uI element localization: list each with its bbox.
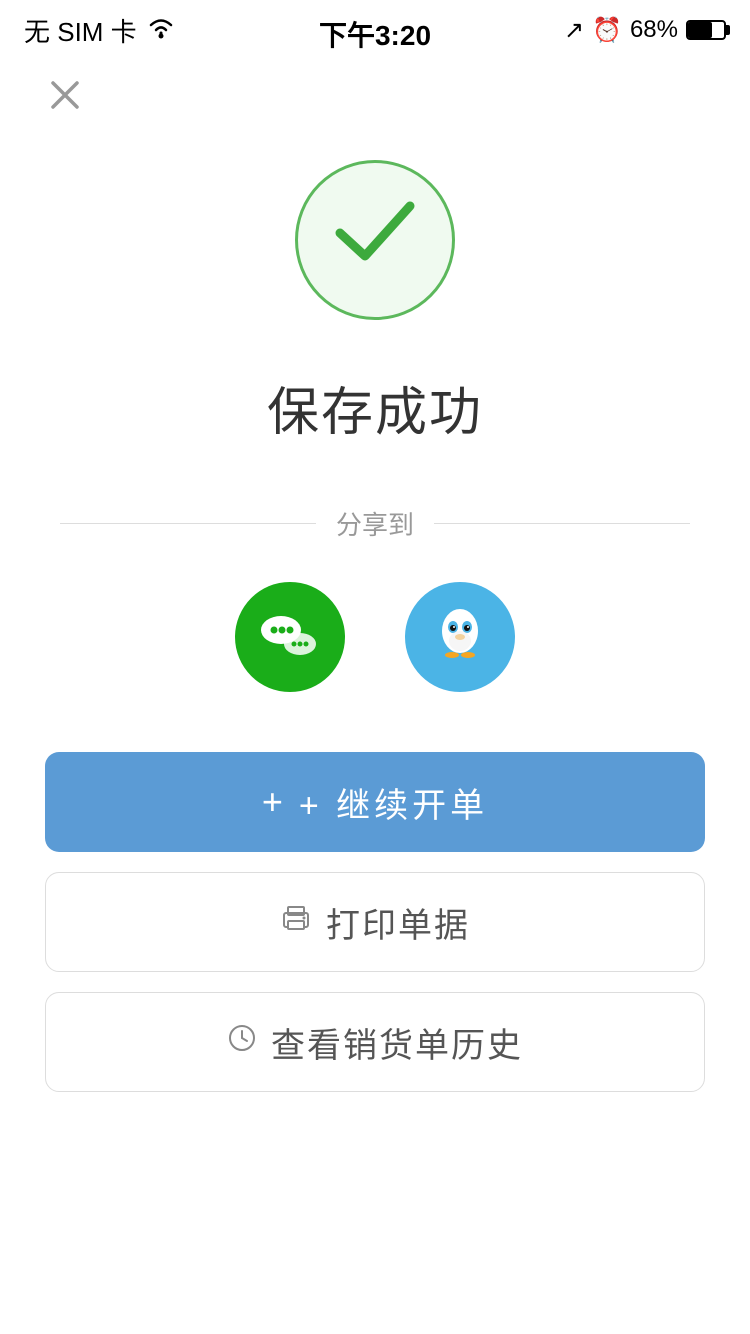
battery-icon [686, 20, 726, 40]
status-bar: 无 SIM 卡 下午3:20 ↗ ⏰ 68% [0, 0, 750, 60]
print-label: 打印单据 [326, 898, 470, 947]
print-button[interactable]: 打印单据 [45, 872, 705, 972]
share-section: 分享到 [0, 505, 750, 692]
success-circle [295, 160, 455, 320]
wechat-share-button[interactable] [235, 582, 345, 692]
plus-icon: + [262, 781, 285, 823]
divider-left [60, 523, 316, 524]
status-right: ↗ ⏰ 68% [564, 16, 726, 45]
battery-percent: 68% [630, 16, 678, 44]
share-divider: 分享到 [0, 505, 750, 542]
close-icon [47, 77, 83, 113]
history-icon [227, 1023, 257, 1062]
location-icon: ↗ [564, 16, 584, 45]
wifi-icon [147, 15, 175, 46]
continue-button[interactable]: + + 继续开单 [45, 752, 705, 852]
print-icon [280, 903, 312, 942]
divider-right [434, 523, 690, 524]
status-left: 无 SIM 卡 [24, 12, 175, 49]
close-button[interactable] [40, 70, 90, 120]
main-content: 保存成功 分享到 [0, 60, 750, 1092]
share-label: 分享到 [336, 505, 414, 542]
status-time: 下午3:20 [319, 14, 431, 54]
history-button[interactable]: 查看销货单历史 [45, 992, 705, 1092]
continue-label: + 继续开单 [299, 778, 488, 827]
history-label: 查看销货单历史 [271, 1018, 523, 1067]
share-icons [235, 582, 515, 692]
no-sim-text: 无 SIM 卡 [24, 12, 137, 49]
success-title: 保存成功 [267, 370, 483, 445]
alarm-icon: ⏰ [592, 16, 622, 45]
qq-share-button[interactable] [405, 582, 515, 692]
checkmark-icon [330, 191, 420, 284]
action-buttons: + + 继续开单 打印单据 查看销货单 [45, 752, 705, 1092]
